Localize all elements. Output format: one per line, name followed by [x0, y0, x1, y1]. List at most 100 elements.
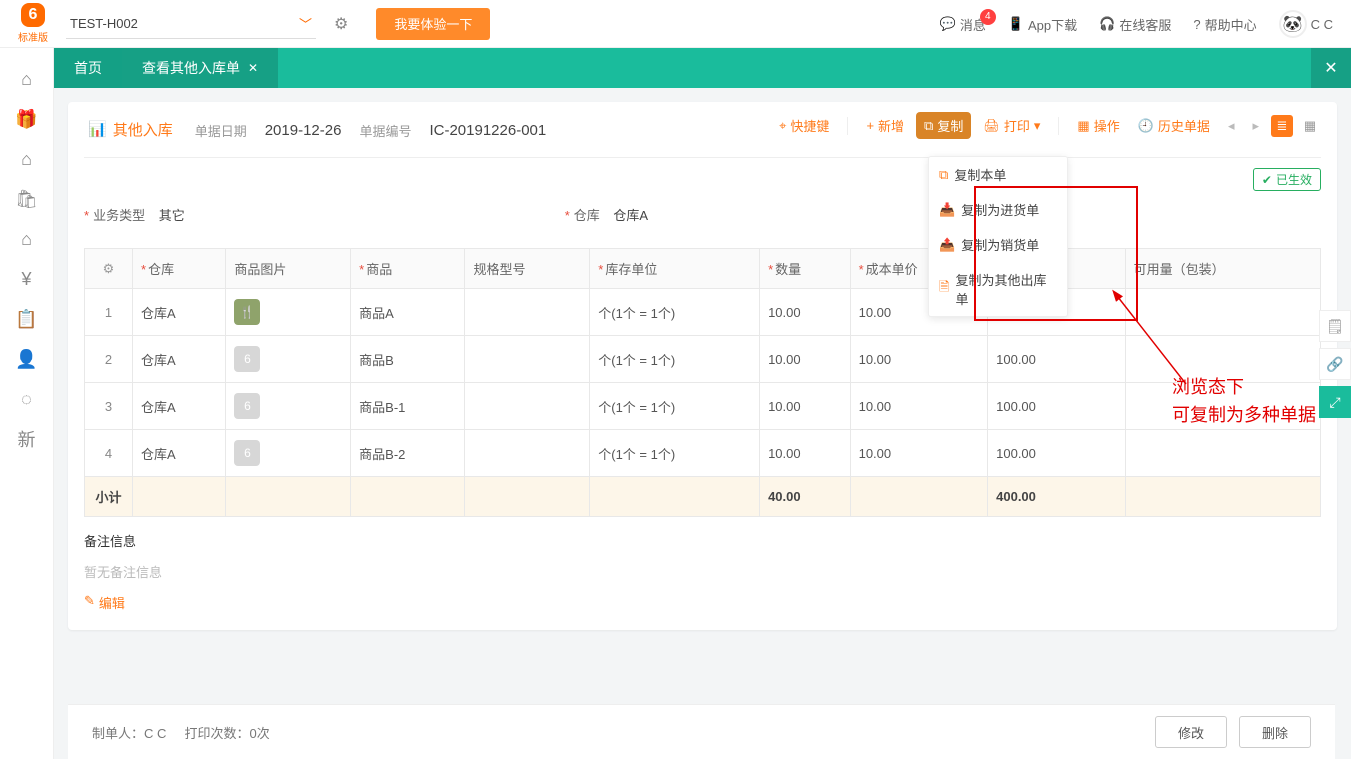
- org-selector[interactable]: TEST-H002 ﹀: [66, 9, 316, 39]
- list-view-toggle[interactable]: ≣: [1271, 115, 1293, 137]
- cell-product: 商品B: [351, 336, 465, 383]
- nav-money-icon[interactable]: ¥: [16, 268, 38, 290]
- grid-icon: ▦: [1077, 118, 1089, 134]
- help-center-button[interactable]: ? 帮助中心: [1193, 15, 1256, 34]
- remark-edit-label: 编辑: [99, 593, 125, 612]
- online-service-label: 在线客服: [1119, 15, 1171, 34]
- tab-label: 查看其他入库单: [142, 58, 240, 78]
- copy-sale-item[interactable]: 📤 复制为销货单: [929, 227, 1067, 262]
- cell-unit: 个(1个 = 1个): [590, 383, 760, 430]
- table-row[interactable]: 3仓库A6商品B-1个(1个 = 1个)10.0010.00100.00: [85, 383, 1321, 430]
- copy-other-out-item[interactable]: 🗎 复制为其他出库单: [929, 262, 1067, 316]
- tab-view-other-in[interactable]: 查看其他入库单 ✕: [122, 48, 278, 88]
- copy-this-item[interactable]: ⧉ 复制本单: [929, 157, 1067, 192]
- history-icon: 🕘: [1138, 118, 1154, 134]
- head-underline: [84, 157, 1321, 158]
- app-download-button[interactable]: 📱 App下载: [1008, 15, 1077, 34]
- doc-type-tab[interactable]: 📊 其他入库: [84, 113, 177, 148]
- left-nav: ⌂ 🎁 ⌂ 🛍 ⌂ ¥ 📋 👤 ◌ 新: [0, 48, 54, 759]
- plus-icon: +: [866, 118, 874, 133]
- table-row[interactable]: 1仓库A🍴商品A个(1个 = 1个)10.0010.00100.00: [85, 289, 1321, 336]
- cell-spec: [465, 336, 590, 383]
- modify-button[interactable]: 修改: [1155, 716, 1227, 748]
- nav-house-icon[interactable]: ⌂: [16, 148, 38, 170]
- edit-icon: ✎: [84, 593, 95, 612]
- nav-loading-icon[interactable]: ◌: [16, 388, 38, 410]
- cell-cost-amount: 100.00: [988, 383, 1126, 430]
- th-gear[interactable]: ⚙: [85, 249, 133, 289]
- copy-label: 复制: [937, 116, 963, 135]
- top-right: 💬 消息 4 📱 App下载 🎧 在线客服 ? 帮助中心 🐼 C C: [940, 0, 1333, 48]
- nav-warehouse-icon[interactable]: ⌂: [16, 228, 38, 250]
- copy-purchase-label: 复制为进货单: [961, 200, 1039, 219]
- logo-icon: 6: [21, 3, 45, 27]
- warehouse-label: 仓库: [574, 208, 600, 223]
- tab-home[interactable]: 首页: [54, 48, 122, 88]
- print-button[interactable]: 🖨 打印 ▾: [977, 112, 1046, 139]
- ops-button[interactable]: ▦ 操作: [1071, 112, 1125, 139]
- rail-expand-icon[interactable]: ⤢: [1319, 386, 1351, 418]
- table-row[interactable]: 2仓库A6商品B个(1个 = 1个)10.0010.00100.00: [85, 336, 1321, 383]
- prev-button[interactable]: ◂: [1222, 114, 1241, 138]
- help-center-label: 帮助中心: [1205, 15, 1257, 34]
- doc-icon: 🗎: [939, 278, 949, 300]
- table-row[interactable]: 4仓库A6商品B-2个(1个 = 1个)10.0010.00100.00: [85, 430, 1321, 477]
- cell-warehouse: 仓库A: [133, 383, 226, 430]
- rail-note-icon[interactable]: 🗒: [1319, 310, 1351, 342]
- remark-edit-button[interactable]: ✎ 编辑: [84, 593, 125, 612]
- product-image-icon: 6: [234, 346, 260, 372]
- copy-button[interactable]: ⧉ 复制 ⧉ 复制本单 📥 复制为进货单: [916, 112, 971, 139]
- creator-label: 制单人：: [92, 726, 144, 741]
- tabstrip-close-icon[interactable]: ✕: [1311, 48, 1351, 88]
- cell-warehouse: 仓库A: [133, 336, 226, 383]
- row-index: 1: [85, 289, 133, 336]
- user-name: C C: [1311, 17, 1333, 32]
- table-header-row: ⚙ *仓库 商品图片 *商品 规格型号 *库存单位 *数量 *成本单价 *成本金…: [85, 249, 1321, 289]
- help-icon: ?: [1193, 17, 1200, 32]
- subtotal-label: 小计: [85, 477, 133, 517]
- remark-block: 备注信息 暂无备注信息 ✎ 编辑: [84, 531, 1321, 612]
- messages-badge: 4: [980, 9, 996, 25]
- cell-unit: 个(1个 = 1个): [590, 430, 760, 477]
- row-index: 4: [85, 430, 133, 477]
- messages-button[interactable]: 💬 消息 4: [940, 15, 986, 34]
- close-icon[interactable]: ✕: [248, 61, 258, 75]
- nav-new-icon[interactable]: 新: [16, 428, 38, 450]
- copy-icon: ⧉: [924, 118, 933, 134]
- experience-button[interactable]: 我要体验一下: [376, 8, 490, 40]
- check-icon: ✔: [1262, 173, 1272, 187]
- nav-home-icon[interactable]: ⌂: [16, 68, 38, 90]
- cell-available: [1125, 383, 1320, 430]
- nav-clipboard-icon[interactable]: 📋: [16, 308, 38, 330]
- gear-icon[interactable]: ⚙: [334, 14, 348, 34]
- add-button[interactable]: + 新增: [860, 112, 910, 139]
- nav-gift-icon[interactable]: 🎁: [16, 108, 38, 130]
- cell-available: [1125, 430, 1320, 477]
- shortcut-button[interactable]: ⌖ 快捷键: [773, 112, 835, 139]
- divider: [1058, 117, 1059, 135]
- creator: C C: [144, 726, 166, 741]
- history-button[interactable]: 🕘 历史单据: [1132, 112, 1216, 139]
- next-button[interactable]: ▸: [1246, 114, 1265, 138]
- warehouse-field: *仓库 仓库A: [565, 205, 648, 224]
- card-head: 📊 其他入库 单据日期 2019-12-26 单据编号 IC-20191226-…: [84, 102, 1321, 158]
- app-download-label: App下载: [1028, 15, 1077, 34]
- main: ⌂ 🎁 ⌂ 🛍 ⌂ ¥ 📋 👤 ◌ 新 首页 查看其他入库单 ✕ ✕: [0, 48, 1351, 759]
- card-view-toggle[interactable]: ▦: [1299, 115, 1321, 137]
- phone-icon: 📱: [1008, 16, 1024, 32]
- chevron-down-icon: ﹀: [299, 14, 312, 33]
- th-image: 商品图片: [226, 249, 351, 289]
- online-service-button[interactable]: 🎧 在线客服: [1099, 15, 1171, 34]
- remark-empty: 暂无备注信息: [84, 562, 1321, 581]
- rail-link-icon[interactable]: 🔗: [1319, 348, 1351, 380]
- nav-contact-icon[interactable]: 👤: [16, 348, 38, 370]
- product-image-icon: 🍴: [234, 299, 260, 325]
- footer: 制单人：C C 打印次数：0次 修改 删除: [68, 704, 1335, 759]
- th-unit: *库存单位: [590, 249, 760, 289]
- delete-button[interactable]: 删除: [1239, 716, 1311, 748]
- logo: 6 标准版: [12, 3, 54, 44]
- copy-purchase-item[interactable]: 📥 复制为进货单: [929, 192, 1067, 227]
- nav-bag-icon[interactable]: 🛍: [16, 188, 38, 210]
- avatar: 🐼: [1279, 10, 1307, 38]
- user-menu[interactable]: 🐼 C C: [1279, 10, 1333, 38]
